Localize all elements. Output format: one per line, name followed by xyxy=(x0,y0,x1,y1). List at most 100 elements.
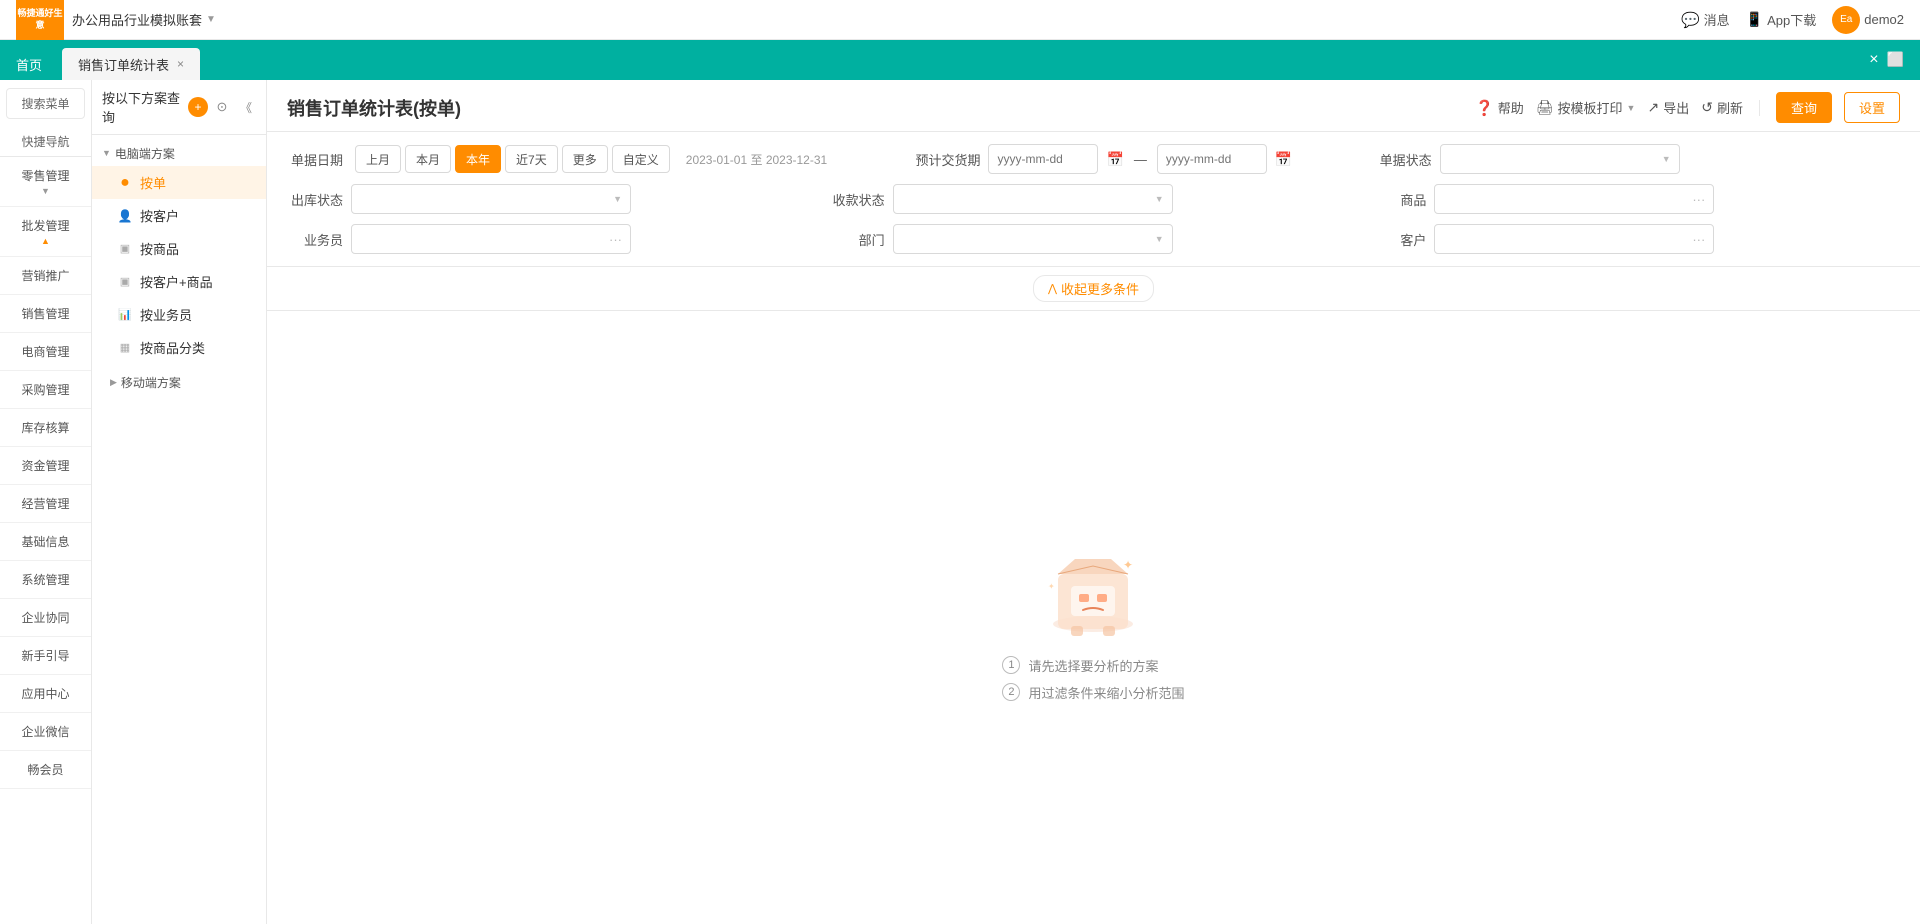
topbar-right: 💬 消息 📱 App下载 Ea demo2 xyxy=(1681,6,1904,34)
sidebar-item-operations[interactable]: 经营管理 xyxy=(0,485,91,523)
sidebar-item-procurement[interactable]: 采购管理 xyxy=(0,371,91,409)
expected-date-end-input[interactable] xyxy=(1157,144,1267,174)
salesman-input[interactable]: ··· xyxy=(351,224,631,254)
dept-chevron: ▼ xyxy=(1155,234,1164,244)
sidebar: 搜索菜单 快捷导航 零售管理 ▼ 批发管理 ▲ 营销推广 销售管理 电商管理 采… xyxy=(0,80,92,924)
app-download-button[interactable]: 📱 App下载 xyxy=(1746,10,1817,29)
shortcut-nav-label: 快捷导航 xyxy=(21,135,69,149)
sidebar-item-wechat[interactable]: 企业微信 xyxy=(0,713,91,751)
scheme-item-goods-icon: ▣ xyxy=(116,240,134,258)
out-status-chevron: ▼ xyxy=(613,194,622,204)
print-icon: 🖨 xyxy=(1536,99,1554,116)
search-menu-button[interactable]: 搜索菜单 xyxy=(6,88,85,119)
add-scheme-icon[interactable]: + xyxy=(188,97,208,117)
tab-minimize-icon[interactable]: × xyxy=(1869,51,1878,69)
sidebar-shortcut-nav[interactable]: 快捷导航 xyxy=(0,127,91,157)
sidebar-item-ecommerce[interactable]: 电商管理 xyxy=(0,333,91,371)
tab-sales-order[interactable]: 销售订单统计表 × xyxy=(62,48,200,80)
scheme-item-by-goods[interactable]: ▣ 按商品 xyxy=(92,232,266,265)
scheme-item-by-customer-goods[interactable]: ▣ 按客户+商品 xyxy=(92,265,266,298)
scheme-panel-icons: + ⊙ 《 xyxy=(188,97,256,117)
receipt-status-label: 收款状态 xyxy=(829,190,885,209)
empty-hint-1: 1 请先选择要分析的方案 xyxy=(1002,656,1184,675)
goods-label: 商品 xyxy=(1370,190,1426,209)
this-year-btn[interactable]: 本年 xyxy=(455,145,501,173)
sidebar-item-label: 系统管理 xyxy=(21,571,69,588)
tab-maximize-icon[interactable]: ⬜ xyxy=(1887,51,1904,69)
sidebar-item-enterprise[interactable]: 企业协同 xyxy=(0,599,91,637)
date-separator: — xyxy=(1134,152,1147,167)
sidebar-item-system[interactable]: 系统管理 xyxy=(0,561,91,599)
refresh-icon: ↺ xyxy=(1701,99,1713,116)
sidebar-item-newbie[interactable]: 新手引导 xyxy=(0,637,91,675)
last7days-btn[interactable]: 近7天 xyxy=(505,145,558,173)
calendar-icon-end: 📅 xyxy=(1275,151,1292,168)
scheme-section-mobile[interactable]: 移动端方案 xyxy=(92,370,266,395)
customer-group: 客户 ··· xyxy=(1370,224,1900,254)
settings-button[interactable]: 设置 xyxy=(1844,92,1900,123)
filter-row-2: 出库状态 ▼ 收款状态 ▼ 商品 xyxy=(287,184,1900,214)
sidebar-item-retail[interactable]: 零售管理 ▼ xyxy=(0,157,91,207)
hint-text-2: 用过滤条件来缩小分析范围 xyxy=(1028,683,1184,702)
sidebar-item-members[interactable]: 畅会员 xyxy=(0,751,91,789)
salesman-group: 业务员 ··· xyxy=(287,224,817,254)
empty-content: ✦ ✦ 1 请先选择要分析的方案 2 用过滤条件来缩小分析范围 xyxy=(1002,534,1184,702)
receipt-status-select[interactable]: ▼ xyxy=(893,184,1173,214)
goods-group: 商品 ··· xyxy=(1370,184,1900,214)
app-selector[interactable]: 办公用品行业模拟账套 ▼ xyxy=(72,10,216,29)
last-month-btn[interactable]: 上月 xyxy=(355,145,401,173)
more-date-btn[interactable]: 更多 xyxy=(562,145,608,173)
filter-row-3: 业务员 ··· 部门 ▼ 客户 xyxy=(287,224,1900,254)
refresh-button[interactable]: ↺ 刷新 xyxy=(1701,98,1743,117)
logo: 畅捷通好生意 xyxy=(16,0,64,40)
collapse-scheme-icon[interactable]: 《 xyxy=(236,97,256,117)
export-button[interactable]: ↗ 导出 xyxy=(1647,98,1689,117)
receipt-chevron: ▼ xyxy=(1155,194,1164,204)
template-print-button[interactable]: 🖨 按模板打印 ▼ xyxy=(1536,98,1636,117)
tabbar: 首页 销售订单统计表 × × ⬜ xyxy=(0,40,1920,80)
sidebar-item-label: 新手引导 xyxy=(21,647,69,664)
dept-label: 部门 xyxy=(829,230,885,249)
message-icon: 💬 xyxy=(1681,11,1700,29)
status-select[interactable]: ▼ xyxy=(1440,144,1680,174)
dept-select[interactable]: ▼ xyxy=(893,224,1173,254)
sidebar-item-label: 应用中心 xyxy=(21,685,69,702)
sidebar-item-inventory[interactable]: 库存核算 xyxy=(0,409,91,447)
sidebar-item-finance[interactable]: 资金管理 xyxy=(0,447,91,485)
scheme-section-desktop: 电脑端方案 ● 按单 👤 按客户 ▣ 按商品 ▣ 按客户+商品 xyxy=(92,135,266,370)
sidebar-item-wholesale[interactable]: 批发管理 ▲ xyxy=(0,207,91,257)
custom-date-btn[interactable]: 自定义 xyxy=(612,145,670,173)
help-button[interactable]: ❓ 帮助 xyxy=(1475,98,1524,117)
out-status-select[interactable]: ▼ xyxy=(351,184,631,214)
section-chevron xyxy=(102,148,111,159)
scheme-item-by-customer[interactable]: 👤 按客户 xyxy=(92,199,266,232)
sidebar-item-marketing[interactable]: 营销推广 xyxy=(0,257,91,295)
sidebar-item-app-center[interactable]: 应用中心 xyxy=(0,675,91,713)
date-label: 单据日期 xyxy=(287,150,343,169)
collapse-button[interactable]: ⋀ 收起更多条件 xyxy=(1033,275,1154,302)
this-month-btn[interactable]: 本月 xyxy=(405,145,451,173)
query-button[interactable]: 查询 xyxy=(1776,92,1832,123)
template-print-label: 按模板打印 xyxy=(1558,98,1623,117)
svg-text:✦: ✦ xyxy=(1123,558,1133,572)
scheme-panel-title: 按以下方案查询 xyxy=(102,88,182,126)
hint-text-1: 请先选择要分析的方案 xyxy=(1028,656,1158,675)
customer-input[interactable]: ··· xyxy=(1434,224,1714,254)
user-profile[interactable]: Ea demo2 xyxy=(1832,6,1904,34)
expected-date-start-input[interactable] xyxy=(988,144,1098,174)
sidebar-item-sales[interactable]: 销售管理 xyxy=(0,295,91,333)
tab-close-icon[interactable]: × xyxy=(177,57,184,71)
scheme-item-by-order[interactable]: ● 按单 xyxy=(92,166,266,199)
edit-scheme-icon[interactable]: ⊙ xyxy=(212,97,232,117)
messages-label: 消息 xyxy=(1704,10,1730,29)
scheme-item-by-category[interactable]: ▦ 按商品分类 xyxy=(92,331,266,364)
tab-home[interactable]: 首页 xyxy=(0,48,58,80)
messages-button[interactable]: 💬 消息 xyxy=(1681,10,1730,29)
goods-input[interactable]: ··· xyxy=(1434,184,1714,214)
scheme-section-desktop-title[interactable]: 电脑端方案 xyxy=(92,141,266,166)
sidebar-item-label: 批发管理 xyxy=(21,217,69,234)
sidebar-item-basic-info[interactable]: 基础信息 xyxy=(0,523,91,561)
help-icon: ❓ xyxy=(1475,99,1494,117)
dept-group: 部门 ▼ xyxy=(829,224,1359,254)
scheme-item-by-salesman[interactable]: 📊 按业务员 xyxy=(92,298,266,331)
